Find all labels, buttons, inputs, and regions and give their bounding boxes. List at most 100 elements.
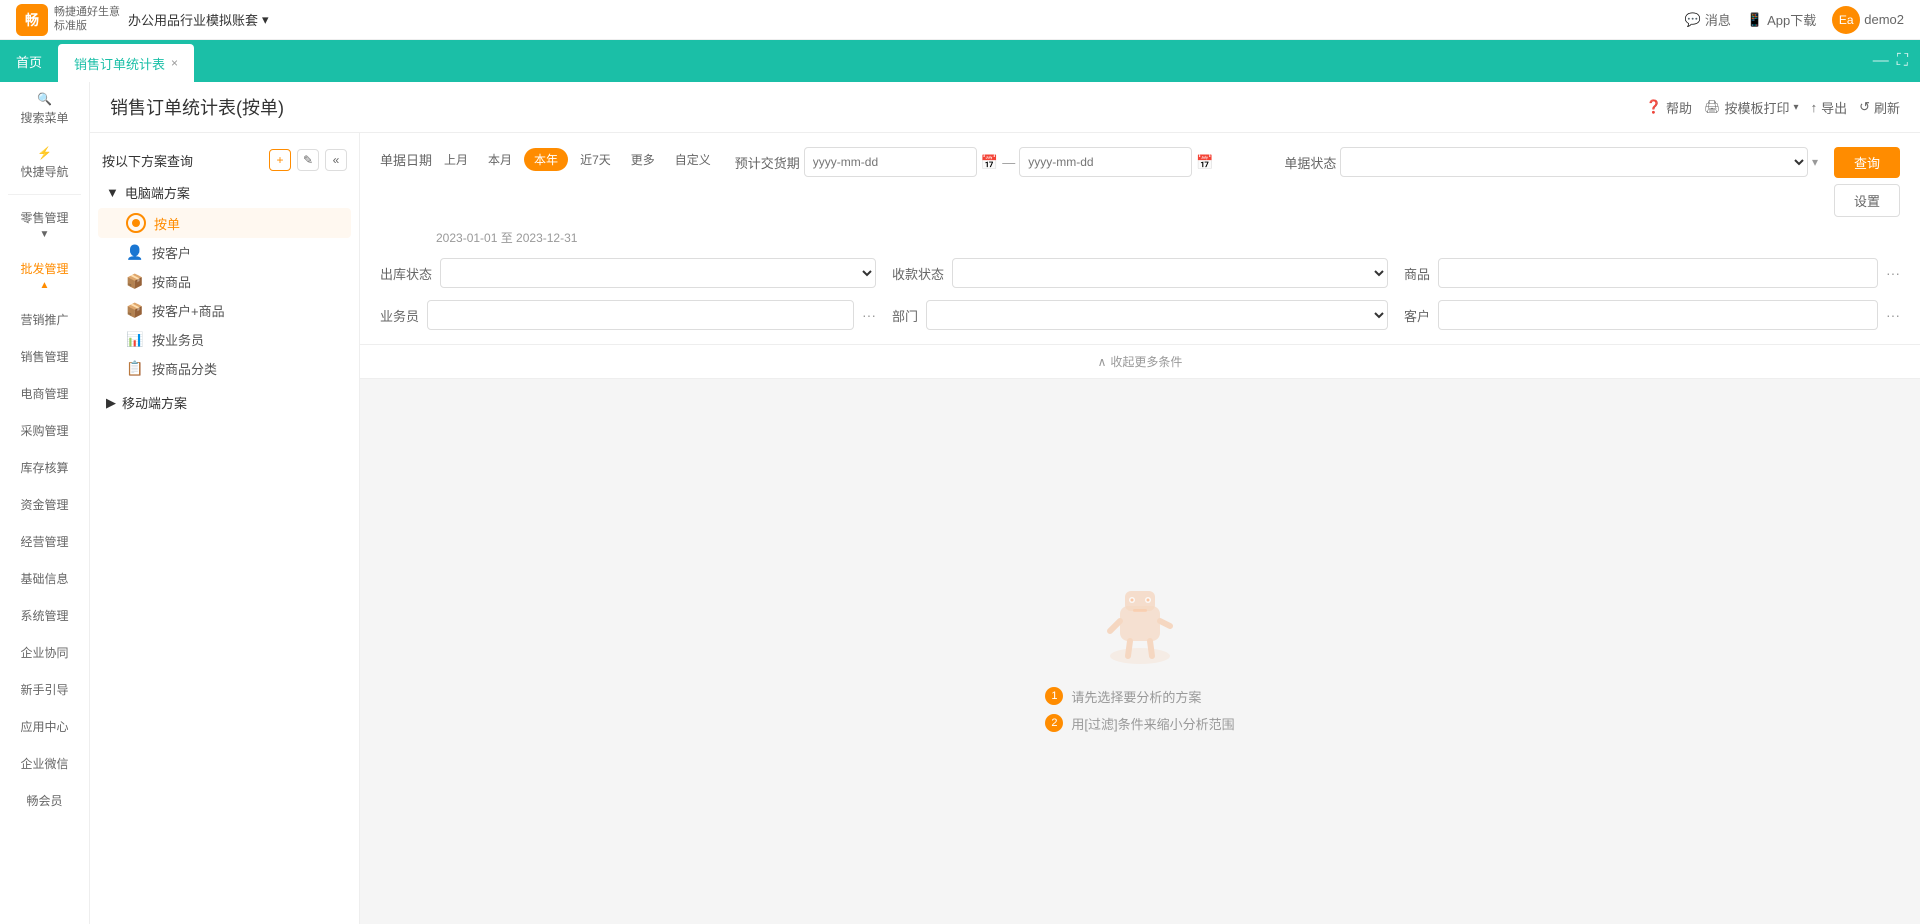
salesperson-more-icon[interactable]: ··· <box>862 307 876 323</box>
breadcrumb-arrow-icon: ▾ <box>262 12 269 28</box>
sidebar-item-basic[interactable]: 基础信息 <box>0 560 89 597</box>
date-btn-this-month[interactable]: 本月 <box>480 147 520 172</box>
filter-row-3: 业务员 ··· 部门 客户 ··· <box>380 300 1900 330</box>
sidebar-item-search[interactable]: 🔍 搜索菜单 <box>0 82 89 136</box>
tree-item-by-customer[interactable]: 👤 按客户 <box>98 238 351 267</box>
sidebar: 🔍 搜索菜单 ⚡ 快捷导航 零售管理 ▼ 批发管理 ▲ 营销推广 销售管理 电商… <box>0 82 90 924</box>
salesperson-label: 业务员 <box>380 306 419 325</box>
sidebar-item-system[interactable]: 系统管理 <box>0 597 89 634</box>
collapse-button[interactable]: ∧ 收起更多条件 <box>1098 353 1183 370</box>
page-title: 销售订单统计表(按单) <box>110 94 284 132</box>
sidebar-item-sales[interactable]: 销售管理 <box>0 338 89 375</box>
tab-minimize-icon[interactable]: — <box>1873 52 1889 70</box>
category-icon: 📋 <box>126 360 144 378</box>
message-button[interactable]: 💬 消息 <box>1685 10 1731 29</box>
query-button[interactable]: 查询 <box>1834 147 1900 178</box>
customer-block: 客户 ··· <box>1404 300 1900 330</box>
sidebar-item-quicknav[interactable]: ⚡ 快捷导航 <box>0 136 89 190</box>
top-bar: 畅 畅捷通好生意 标准版 办公用品行业模拟账套 ▾ 💬 消息 📱 App下载 E… <box>0 0 1920 40</box>
sidebar-item-retail[interactable]: 零售管理 ▼ <box>0 199 89 250</box>
sidebar-item-finance[interactable]: 资金管理 <box>0 486 89 523</box>
expected-date-start-input[interactable] <box>804 147 977 177</box>
payment-status-select[interactable] <box>952 258 1388 288</box>
tree-item-by-salesperson[interactable]: 📊 按业务员 <box>98 325 351 354</box>
customer-more-icon[interactable]: ··· <box>1886 307 1900 323</box>
tab-home[interactable]: 首页 <box>0 40 58 82</box>
template-print-button[interactable]: 🖨 按模板打印 ▾ <box>1704 98 1799 117</box>
payment-label: 收款状态 <box>892 264 944 283</box>
tree-parent-mobile[interactable]: ▶ 移动端方案 <box>98 387 351 418</box>
left-panel-icons: + ✎ « <box>269 149 347 171</box>
sidebar-item-purchase[interactable]: 采购管理 <box>0 412 89 449</box>
logo-icon: 畅 <box>16 4 48 36</box>
add-scheme-button[interactable]: + <box>269 149 291 171</box>
calendar-start-icon[interactable]: 📅 <box>981 154 998 171</box>
date-btn-last-month[interactable]: 上月 <box>436 147 476 172</box>
status-dropdown-icon: ▾ <box>1812 155 1818 169</box>
breadcrumb[interactable]: 办公用品行业模拟账套 ▾ <box>128 10 269 29</box>
export-button[interactable]: ↑ 导出 <box>1811 98 1848 117</box>
customer-icon: 👤 <box>126 244 144 262</box>
sidebar-item-business[interactable]: 经营管理 <box>0 523 89 560</box>
sidebar-item-inventory[interactable]: 库存核算 <box>0 449 89 486</box>
status-select[interactable] <box>1340 147 1808 177</box>
refresh-button[interactable]: ↺ 刷新 <box>1859 98 1900 117</box>
sidebar-item-wechat[interactable]: 企业微信 <box>0 745 89 782</box>
left-panel: 按以下方案查询 + ✎ « ▼ 电脑端方案 <box>90 133 360 924</box>
tree-item-by-product[interactable]: 📦 按商品 <box>98 267 351 296</box>
sidebar-item-enterprise[interactable]: 企业协同 <box>0 634 89 671</box>
sidebar-item-marketing[interactable]: 营销推广 <box>0 301 89 338</box>
sidebar-item-wholesale[interactable]: 批发管理 ▲ <box>0 250 89 301</box>
product-more-icon[interactable]: ··· <box>1886 265 1900 281</box>
tab-maximize-icon[interactable]: ⛶ <box>1897 52 1908 70</box>
date-btn-custom[interactable]: 自定义 <box>667 147 719 172</box>
avatar: Ea <box>1832 6 1860 34</box>
active-circle-icon <box>126 213 146 233</box>
tree-section: ▼ 电脑端方案 按单 👤 按客户 <box>90 177 359 418</box>
dept-select[interactable] <box>926 300 1388 330</box>
customer-input[interactable] <box>1438 300 1878 330</box>
tree-item-by-customer-product[interactable]: 📦 按客户+商品 <box>98 296 351 325</box>
date-btn-more[interactable]: 更多 <box>623 147 663 172</box>
product-input[interactable] <box>1438 258 1878 288</box>
sidebar-item-appcenter[interactable]: 应用中心 <box>0 708 89 745</box>
empty-tip-1: 1 请先选择要分析的方案 <box>1045 687 1234 706</box>
filter-section: 单据日期 上月 本月 本年 近7天 更多 自定义 预计交货期 📅 <box>360 133 1920 345</box>
customer-label: 客户 <box>1404 306 1430 325</box>
sidebar-item-guide[interactable]: 新手引导 <box>0 671 89 708</box>
expected-date-end-input[interactable] <box>1019 147 1192 177</box>
tab-sales-order[interactable]: 销售订单统计表 × <box>58 44 194 82</box>
date-btn-7days[interactable]: 近7天 <box>572 147 619 172</box>
tree-item-by-product-category[interactable]: 📋 按商品分类 <box>98 354 351 383</box>
settings-button[interactable]: 设置 <box>1834 184 1900 217</box>
edit-scheme-button[interactable]: ✎ <box>297 149 319 171</box>
calendar-end-icon[interactable]: 📅 <box>1196 154 1213 171</box>
logo-area: 畅 畅捷通好生意 标准版 <box>16 4 120 36</box>
app-download-button[interactable]: 📱 App下载 <box>1747 10 1816 29</box>
salesperson-icon: 📊 <box>126 331 144 349</box>
tree-item-by-order[interactable]: 按单 <box>98 208 351 238</box>
salesperson-input[interactable] <box>427 300 854 330</box>
tree-parent-pc[interactable]: ▼ 电脑端方案 <box>98 177 351 208</box>
tab-close-icon[interactable]: × <box>171 56 178 70</box>
tip1-number: 1 <box>1045 687 1063 705</box>
collapse-bar[interactable]: ∧ 收起更多条件 <box>360 345 1920 379</box>
sidebar-item-ecommerce[interactable]: 电商管理 <box>0 375 89 412</box>
collapse-panel-button[interactable]: « <box>325 149 347 171</box>
left-panel-title: 按以下方案查询 <box>102 151 193 170</box>
salesperson-block: 业务员 ··· <box>380 300 876 330</box>
main-layout: 🔍 搜索菜单 ⚡ 快捷导航 零售管理 ▼ 批发管理 ▲ 营销推广 销售管理 电商… <box>0 82 1920 924</box>
tip1-text: 请先选择要分析的方案 <box>1071 687 1201 706</box>
print-arrow-icon: ▾ <box>1794 102 1799 113</box>
delivery-status-select[interactable] <box>440 258 876 288</box>
tip2-number: 2 <box>1045 714 1063 732</box>
date-btn-this-year[interactable]: 本年 <box>524 148 568 171</box>
expected-date-label: 预计交货期 <box>735 153 800 172</box>
product-icon: 📦 <box>126 273 144 291</box>
user-menu[interactable]: Ea demo2 <box>1832 6 1904 34</box>
help-button[interactable]: ❓ 帮助 <box>1646 98 1692 117</box>
page-header-actions: ❓ 帮助 🖨 按模板打印 ▾ ↑ 导出 ↺ 刷新 <box>1646 98 1900 129</box>
sidebar-item-member[interactable]: 畅会员 <box>0 782 89 819</box>
retail-arrow-icon: ▼ <box>40 229 50 240</box>
active-circle-inner <box>132 219 140 227</box>
